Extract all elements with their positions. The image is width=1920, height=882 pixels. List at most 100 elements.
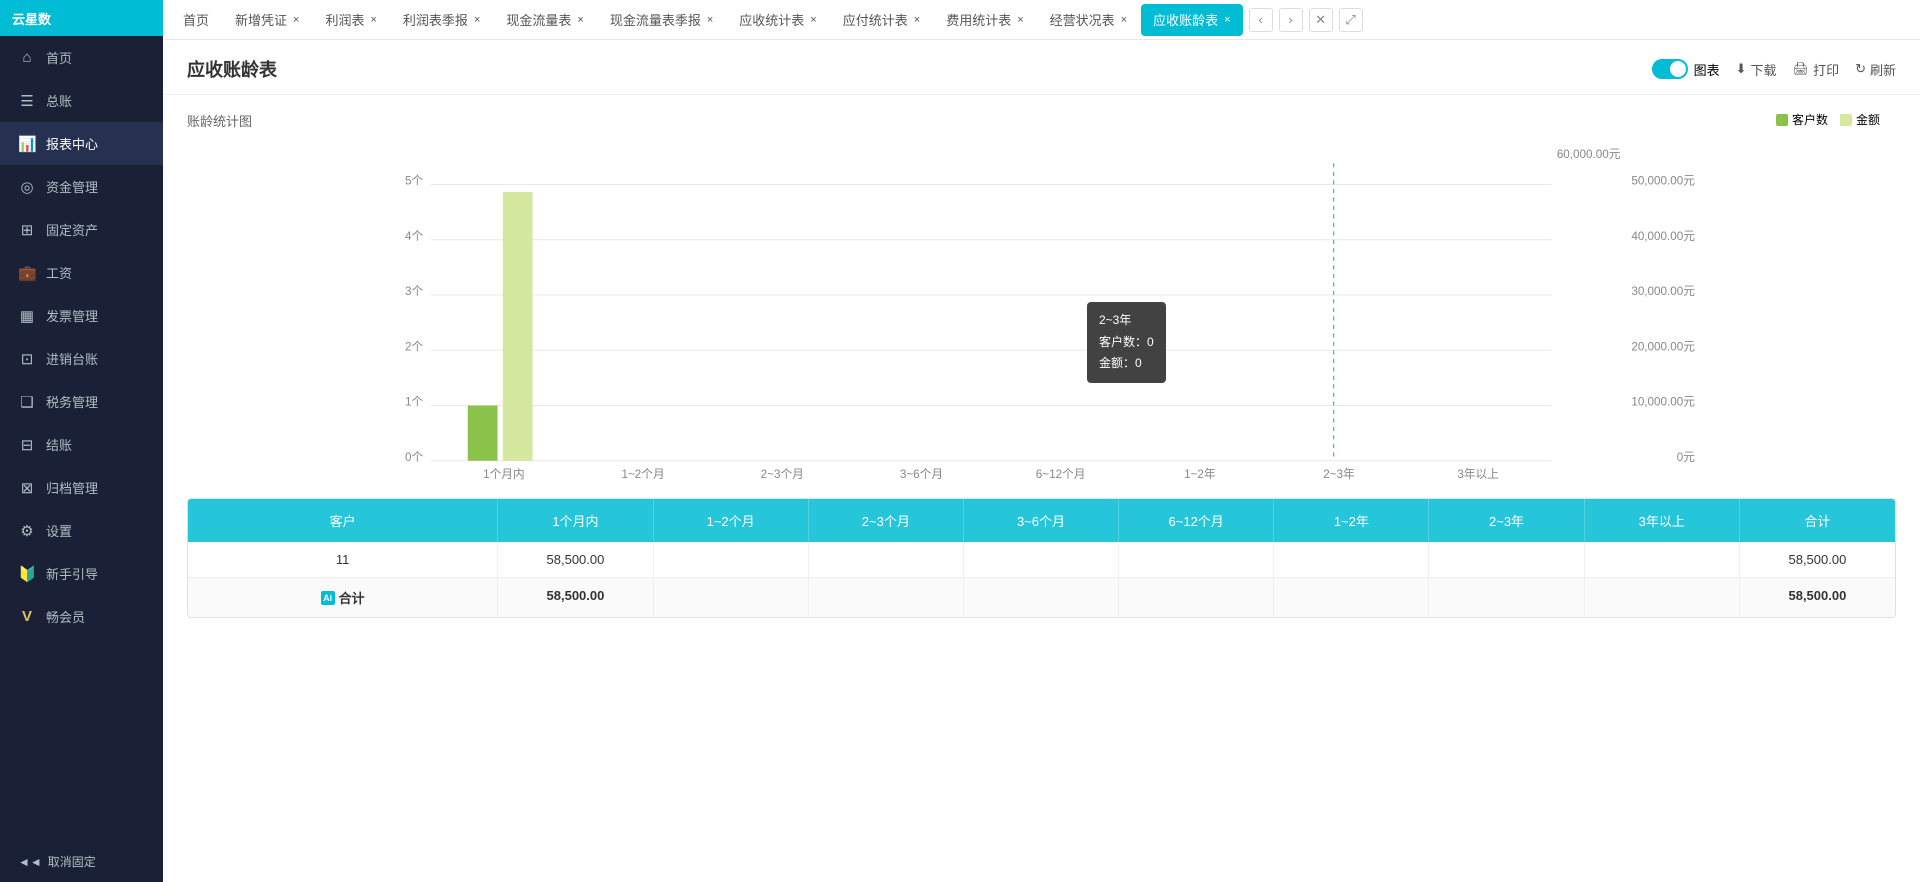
sidebar-item-invoice[interactable]: ▦ 发票管理 xyxy=(0,294,163,337)
download-icon: ⬇ xyxy=(1736,61,1747,77)
td-customer: 11 xyxy=(188,542,498,577)
sidebar-item-label: 总账 xyxy=(46,91,72,110)
tab-expense-stats[interactable]: 费用统计表 × xyxy=(934,4,1035,36)
tab-ar-aging[interactable]: 应收账龄表 × xyxy=(1141,4,1242,36)
svg-text:0元: 0元 xyxy=(1677,451,1695,464)
page-actions: 图表 ⬇ 下载 🖨 打印 ↻ 刷新 xyxy=(1652,59,1896,79)
chart-svg: 0个 1个 2个 3个 4个 5个 0元 10,000.00元 20,000.0… xyxy=(187,142,1896,482)
sidebar-item-assets[interactable]: ⊞ 固定资产 xyxy=(0,208,163,251)
tab-ar-stats[interactable]: 应收统计表 × xyxy=(727,4,828,36)
tab-close-ar-aging[interactable]: × xyxy=(1224,14,1230,26)
sidebar-unpin-button[interactable]: ◄◄ 取消固定 xyxy=(0,841,163,882)
tab-close-expense-stats[interactable]: × xyxy=(1017,14,1023,26)
guide-icon: 🔰 xyxy=(18,565,36,583)
archive-icon: ⊠ xyxy=(18,479,36,497)
sidebar-item-label: 进销台账 xyxy=(46,349,98,368)
tab-close-ar-stats[interactable]: × xyxy=(810,14,816,26)
sidebar-item-label: 工资 xyxy=(46,263,72,282)
tab-close-profit[interactable]: × xyxy=(370,14,376,26)
sidebar-item-reports[interactable]: 📊 报表中心 xyxy=(0,122,163,165)
ledger-icon: ☰ xyxy=(18,92,36,110)
chart-container: 0个 1个 2个 3个 4个 5个 0元 10,000.00元 20,000.0… xyxy=(187,142,1896,482)
td-y12 xyxy=(1274,542,1429,577)
sidebar-item-funds[interactable]: ◎ 资金管理 xyxy=(0,165,163,208)
vip-icon: V xyxy=(18,608,36,625)
th-m1: 1个月内 xyxy=(498,499,653,542)
td-m23 xyxy=(809,542,964,577)
tab-voucher[interactable]: 新增凭证 × xyxy=(223,4,311,36)
sidebar-item-label: 税务管理 xyxy=(46,392,98,411)
tab-nav-prev[interactable]: ‹ xyxy=(1249,8,1273,32)
svg-text:2~3年: 2~3年 xyxy=(1323,467,1355,481)
chart-toggle-wrap: 图表 xyxy=(1652,59,1720,79)
print-button[interactable]: 🖨 打印 xyxy=(1793,60,1840,79)
tf-m12 xyxy=(654,578,809,617)
th-m23: 2~3个月 xyxy=(809,499,964,542)
sidebar-item-ledger[interactable]: ☰ 总账 xyxy=(0,79,163,122)
tab-close-ap-stats[interactable]: × xyxy=(914,14,920,26)
svg-text:2个: 2个 xyxy=(405,340,423,353)
tab-close-profit-season[interactable]: × xyxy=(474,14,480,26)
sidebar-item-close[interactable]: ⊟ 结账 xyxy=(0,423,163,466)
th-y12: 1~2年 xyxy=(1274,499,1429,542)
tab-close-cashflow-season[interactable]: × xyxy=(707,14,713,26)
tab-nav-next[interactable]: › xyxy=(1279,8,1303,32)
sidebar-item-archive[interactable]: ⊠ 归档管理 xyxy=(0,466,163,509)
sidebar-item-label: 发票管理 xyxy=(46,306,98,325)
chart-legend: 客户数 金额 xyxy=(1776,111,1880,128)
chart-toggle[interactable] xyxy=(1652,59,1688,79)
tab-expand[interactable]: ⤢ xyxy=(1339,8,1363,32)
legend-amount: 金额 xyxy=(1840,111,1880,128)
main-content: 首页 新增凭证 × 利润表 × 利润表季报 × 现金流量表 × 现金流量表季报 … xyxy=(163,0,1920,882)
th-m12: 1~2个月 xyxy=(654,499,809,542)
legend-amount-dot xyxy=(1840,114,1852,126)
tab-close-cashflow[interactable]: × xyxy=(577,14,583,26)
sidebar-item-settings[interactable]: ⚙ 设置 xyxy=(0,509,163,552)
sidebar: 云星数 ⌂ 首页 ☰ 总账 📊 报表中心 ◎ 资金管理 ⊞ 固定资产 💼 工资 … xyxy=(0,0,163,882)
tf-m612 xyxy=(1119,578,1274,617)
sidebar-item-home[interactable]: ⌂ 首页 xyxy=(0,36,163,79)
sales-icon: ⊡ xyxy=(18,350,36,368)
tab-close-biz-status[interactable]: × xyxy=(1121,14,1127,26)
invoice-icon: ▦ xyxy=(18,307,36,325)
page-content: 应收账龄表 图表 ⬇ 下载 🖨 打印 ↻ 刷新 xyxy=(163,40,1920,882)
sidebar-item-vip[interactable]: V 畅会员 xyxy=(0,595,163,638)
legend-customers-dot xyxy=(1776,114,1788,126)
svg-text:20,000.00元: 20,000.00元 xyxy=(1631,340,1695,353)
tf-label: Ai 合计 xyxy=(188,578,498,617)
td-m12 xyxy=(654,542,809,577)
bar-amount-0 xyxy=(503,192,533,461)
td-m36 xyxy=(964,542,1119,577)
tab-ap-stats[interactable]: 应付统计表 × xyxy=(831,4,932,36)
tab-close-voucher[interactable]: × xyxy=(293,14,299,26)
sidebar-item-label: 归档管理 xyxy=(46,478,98,497)
th-customer: 客户 xyxy=(188,499,498,542)
refresh-button[interactable]: ↻ 刷新 xyxy=(1855,60,1896,79)
tab-cashflow-season[interactable]: 现金流量表季报 × xyxy=(598,4,725,36)
close-accounts-icon: ⊟ xyxy=(18,436,36,454)
tf-m1: 58,500.00 xyxy=(498,578,653,617)
svg-text:1~2个月: 1~2个月 xyxy=(621,468,664,481)
sidebar-item-sales[interactable]: ⊡ 进销台账 xyxy=(0,337,163,380)
tab-profit-season[interactable]: 利润表季报 × xyxy=(391,4,492,36)
tab-biz-status[interactable]: 经营状况表 × xyxy=(1038,4,1139,36)
reports-icon: 📊 xyxy=(18,135,36,153)
tab-home[interactable]: 首页 xyxy=(171,4,221,36)
td-m612 xyxy=(1119,542,1274,577)
th-y3p: 3年以上 xyxy=(1585,499,1740,542)
page-title: 应收账龄表 xyxy=(187,56,277,82)
sidebar-item-label: 报表中心 xyxy=(46,134,98,153)
sidebar-item-salary[interactable]: 💼 工资 xyxy=(0,251,163,294)
tf-y23 xyxy=(1429,578,1584,617)
unpin-icon: ◄◄ xyxy=(18,855,42,869)
tab-profit[interactable]: 利润表 × xyxy=(313,4,388,36)
tab-close-all[interactable]: ✕ xyxy=(1309,8,1333,32)
sidebar-item-tax[interactable]: ❑ 税务管理 xyxy=(0,380,163,423)
sidebar-item-guide[interactable]: 🔰 新手引导 xyxy=(0,552,163,595)
download-button[interactable]: ⬇ 下载 xyxy=(1736,60,1777,79)
tab-cashflow[interactable]: 现金流量表 × xyxy=(494,4,595,36)
chart-toggle-label: 图表 xyxy=(1694,60,1720,79)
print-icon: 🖨 xyxy=(1793,61,1810,77)
sidebar-item-label: 设置 xyxy=(46,521,72,540)
tf-y3p xyxy=(1585,578,1740,617)
